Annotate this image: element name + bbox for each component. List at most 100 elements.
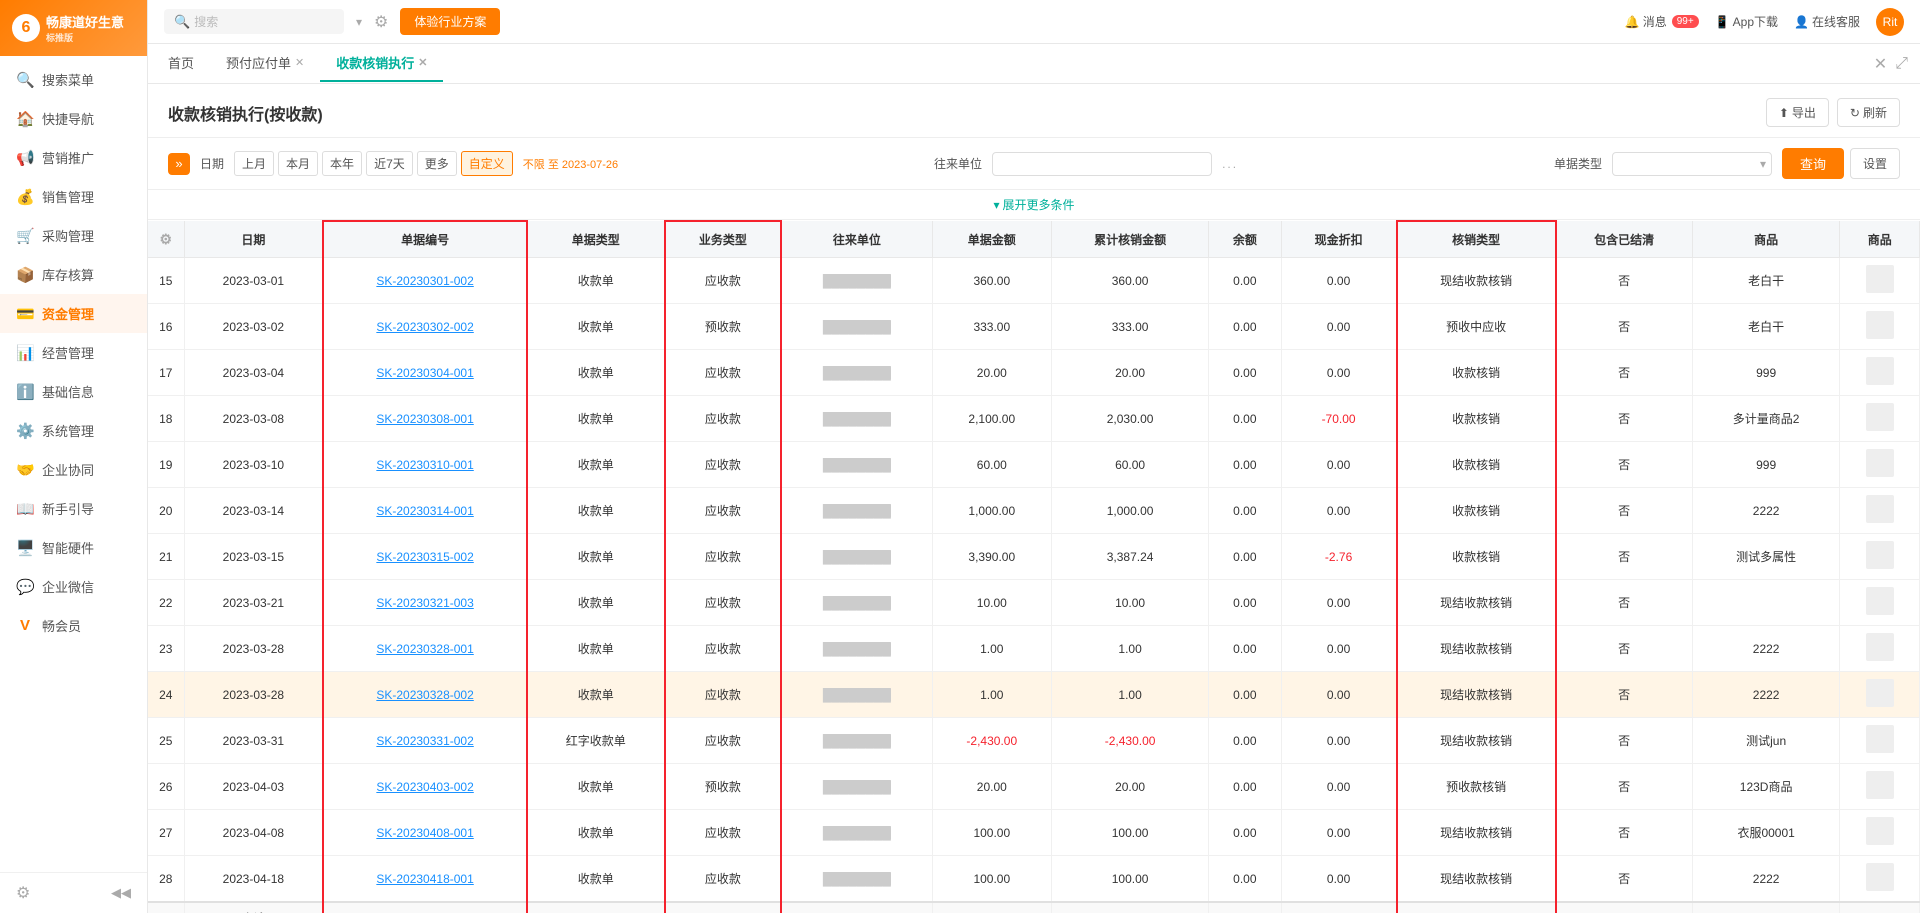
more-btn[interactable]: 更多 [417, 151, 457, 176]
refresh-button[interactable]: ↻ 刷新 [1837, 98, 1900, 127]
tab-expand[interactable]: ⤢ [1895, 55, 1908, 73]
service-icon: 👤 [1794, 15, 1809, 29]
row-include-settled: 否 [1556, 534, 1693, 580]
dropdown-icon[interactable]: ▾ [356, 15, 362, 29]
last-7days-btn[interactable]: 近7天 [366, 151, 413, 176]
row-writeoff-type: 收款核销 [1397, 396, 1556, 442]
row-date: 2023-03-14 [184, 488, 323, 534]
expand-more-btn[interactable]: ▾ 展开更多条件 [993, 196, 1074, 213]
total-cell [1556, 902, 1693, 913]
total-cell [323, 902, 527, 913]
sidebar-item-guide[interactable]: 📖 新手引导 [0, 489, 147, 528]
row-number: 15 [148, 258, 184, 304]
notification-item[interactable]: 🔔 消息 99+ [1625, 13, 1699, 30]
table-row: 182023-03-08SK-20230308-001收款单应收款███████… [148, 396, 1920, 442]
sidebar-item-basic[interactable]: ℹ️ 基础信息 [0, 372, 147, 411]
tab-home[interactable]: 首页 [152, 45, 210, 82]
custom-btn[interactable]: 自定义 [461, 151, 513, 176]
row-include-settled: 否 [1556, 626, 1693, 672]
sidebar-item-finance[interactable]: 💳 资金管理 [0, 294, 147, 333]
row-goods-image [1840, 672, 1920, 718]
row-bill-no[interactable]: SK-20230408-001 [323, 810, 527, 856]
tab-close-all[interactable]: ✕ [1874, 54, 1887, 74]
sidebar-item-sales[interactable]: 💰 销售管理 [0, 177, 147, 216]
row-bill-no[interactable]: SK-20230304-001 [323, 350, 527, 396]
row-bill-no[interactable]: SK-20230321-003 [323, 580, 527, 626]
row-bill-no[interactable]: SK-20230418-001 [323, 856, 527, 903]
gear-icon[interactable]: ⚙ [374, 12, 388, 32]
row-cash-discount: 0.00 [1281, 810, 1397, 856]
sidebar-item-operations[interactable]: 📊 经营管理 [0, 333, 147, 372]
row-date: 2023-03-01 [184, 258, 323, 304]
row-bill-no[interactable]: SK-20230331-002 [323, 718, 527, 764]
row-bill-no[interactable]: SK-20230314-001 [323, 488, 527, 534]
tab-collection[interactable]: 收款核销执行 ✕ [320, 45, 443, 82]
bell-icon: 🔔 [1625, 15, 1640, 29]
this-month-btn[interactable]: 本月 [278, 151, 318, 176]
sidebar-item-system[interactable]: ⚙️ 系统管理 [0, 411, 147, 450]
row-number: 19 [148, 442, 184, 488]
row-bill-no[interactable]: SK-20230315-002 [323, 534, 527, 580]
row-bill-no[interactable]: SK-20230301-002 [323, 258, 527, 304]
row-total-writeoff: 1.00 [1052, 672, 1209, 718]
app-download-item[interactable]: 📱 App下载 [1715, 13, 1778, 30]
col-goods2-header: 商品 [1840, 221, 1920, 258]
sidebar-item-marketing[interactable]: 📢 营销推广 [0, 138, 147, 177]
row-total-writeoff: 10.00 [1052, 580, 1209, 626]
bill-type-select[interactable] [1612, 152, 1772, 176]
last-month-btn[interactable]: 上月 [234, 151, 274, 176]
header-search[interactable]: 🔍 搜索 [164, 9, 344, 34]
row-bill-no[interactable]: SK-20230328-002 [323, 672, 527, 718]
row-bill-no[interactable]: SK-20230302-002 [323, 304, 527, 350]
col-settings-header: ⚙ [148, 221, 184, 258]
page-content: 收款核销执行(按收款) ⬆ 导出 ↻ 刷新 » 日期 上月 本月 本年 近7天 [148, 84, 1920, 913]
sidebar-settings-icon[interactable]: ⚙ [16, 883, 30, 903]
total-cell: 合计 [184, 902, 323, 913]
solution-button[interactable]: 体验行业方案 [400, 8, 500, 35]
col-settings-icon[interactable]: ⚙ [159, 231, 172, 247]
row-bill-no[interactable]: SK-20230310-001 [323, 442, 527, 488]
tab-collection-close[interactable]: ✕ [418, 56, 427, 69]
sidebar-item-quicknav[interactable]: 🏠 快捷导航 [0, 99, 147, 138]
partner-input[interactable] [992, 152, 1212, 176]
this-year-btn[interactable]: 本年 [322, 151, 362, 176]
tab-prepay-close[interactable]: ✕ [295, 56, 304, 69]
sidebar-item-inventory[interactable]: 📦 库存核算 [0, 255, 147, 294]
app-label: App下载 [1733, 13, 1778, 30]
row-include-settled: 否 [1556, 580, 1693, 626]
query-button[interactable]: 查询 [1782, 148, 1844, 179]
row-bill-no[interactable]: SK-20230403-002 [323, 764, 527, 810]
avatar[interactable]: Rit [1876, 8, 1904, 36]
service-item[interactable]: 👤 在线客服 [1794, 13, 1860, 30]
filter-expand-arrow[interactable]: » [168, 153, 190, 175]
sidebar-item-search[interactable]: 🔍 搜索菜单 [0, 60, 147, 99]
row-balance: 0.00 [1209, 442, 1281, 488]
row-bill-no[interactable]: SK-20230328-001 [323, 626, 527, 672]
sidebar-item-member[interactable]: V 畅会员 [0, 606, 147, 645]
sidebar-item-wechat[interactable]: 💬 企业微信 [0, 567, 147, 606]
row-bill-type: 收款单 [527, 304, 665, 350]
row-number: 23 [148, 626, 184, 672]
sidebar-item-purchase[interactable]: 🛒 采购管理 [0, 216, 147, 255]
row-goods: 2222 [1692, 856, 1840, 903]
sidebar-collapse-icon[interactable]: ◀◀ [111, 885, 131, 901]
filter-settings-button[interactable]: 设置 [1850, 148, 1900, 179]
row-bill-type: 收款单 [527, 626, 665, 672]
row-bill-type: 收款单 [527, 764, 665, 810]
row-partner: ████████ [781, 764, 932, 810]
export-button[interactable]: ⬆ 导出 [1766, 98, 1829, 127]
row-bill-no[interactable]: SK-20230308-001 [323, 396, 527, 442]
row-total-writeoff: 3,387.24 [1052, 534, 1209, 580]
info-icon: ℹ️ [16, 383, 34, 401]
page-header-actions: ⬆ 导出 ↻ 刷新 [1766, 98, 1900, 127]
row-cash-discount: 0.00 [1281, 764, 1397, 810]
col-balance-header: 余额 [1209, 221, 1281, 258]
sidebar-item-enterprise[interactable]: 🤝 企业协同 [0, 450, 147, 489]
hardware-icon: 🖥️ [16, 539, 34, 557]
sidebar-item-hardware[interactable]: 🖥️ 智能硬件 [0, 528, 147, 567]
logo-icon: 6 [12, 14, 40, 42]
refresh-icon: ↻ [1850, 106, 1860, 120]
tab-prepay[interactable]: 预付应付单 ✕ [210, 45, 320, 82]
member-icon: V [16, 617, 34, 634]
row-writeoff-type: 现结收款核销 [1397, 810, 1556, 856]
